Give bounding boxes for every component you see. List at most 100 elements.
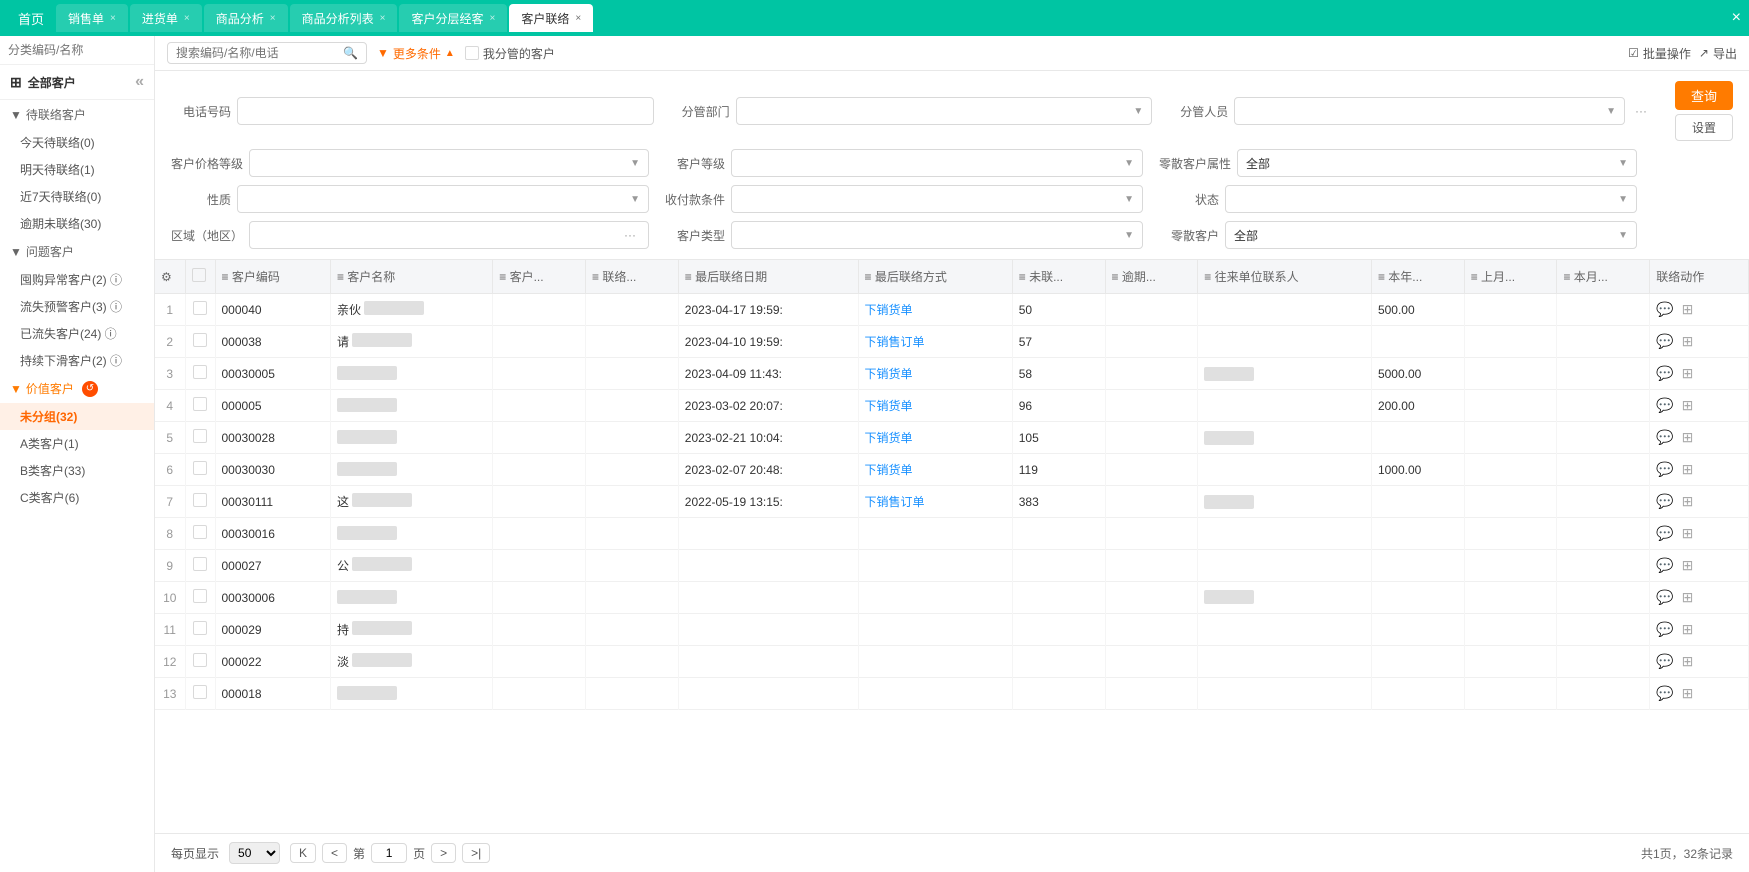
contact-action-icon[interactable]: 💬 xyxy=(1656,301,1673,318)
adv-select-customer-type[interactable]: ▼ xyxy=(731,221,1143,249)
link-text[interactable]: 下销货单 xyxy=(865,367,913,381)
close-tab-customer-contact[interactable]: × xyxy=(575,13,581,24)
row-checkbox[interactable] xyxy=(185,454,215,486)
link-text[interactable]: 下销货单 xyxy=(865,303,913,317)
table-settings-icon[interactable]: ⚙ xyxy=(161,270,172,284)
sidebar-section-pending[interactable]: ▼ 待联络客户 xyxy=(0,100,154,129)
region-more-btn[interactable]: ··· xyxy=(620,228,640,242)
sidebar-item-churned[interactable]: 已流失客户(24) ⓘ xyxy=(0,320,154,347)
adv-select-dept[interactable]: ▼ xyxy=(736,97,1153,125)
search-input[interactable] xyxy=(176,46,339,60)
sidebar-all-customers[interactable]: ⊞ 全部客户 « xyxy=(0,65,154,100)
sidebar-item-class-b[interactable]: B类客户(33) xyxy=(0,457,154,484)
sidebar-item-overdue[interactable]: 逾期未联络(30) xyxy=(0,210,154,237)
link-text[interactable]: 下销货单 xyxy=(865,431,913,445)
adv-select-status[interactable]: ▼ xyxy=(1225,185,1637,213)
grid-action-icon[interactable]: ⊞ xyxy=(1682,397,1694,414)
adv-select-nature[interactable]: ▼ xyxy=(237,185,649,213)
last-contact-method-cell[interactable]: 下销货单 xyxy=(858,390,1012,422)
row-checkbox[interactable] xyxy=(185,582,215,614)
query-button[interactable]: 查询 xyxy=(1675,81,1733,110)
row-checkbox[interactable] xyxy=(185,294,215,326)
sidebar-collapse-btn[interactable]: « xyxy=(135,73,144,91)
row-checkbox[interactable] xyxy=(185,550,215,582)
my-customers-checkbox[interactable]: 我分管的客户 xyxy=(465,45,555,62)
tab-product-analysis[interactable]: 商品分析 × xyxy=(204,4,288,32)
sidebar-item-class-c[interactable]: C类客户(6) xyxy=(0,484,154,511)
row-checkbox[interactable] xyxy=(185,614,215,646)
sidebar-search-input[interactable] xyxy=(8,43,155,57)
tab-purchase-order[interactable]: 进货单 × xyxy=(130,4,202,32)
contact-action-icon[interactable]: 💬 xyxy=(1656,685,1673,702)
row-checkbox[interactable] xyxy=(185,678,215,710)
link-text[interactable]: 下销货单 xyxy=(865,463,913,477)
grid-action-icon[interactable]: ⊞ xyxy=(1682,685,1694,702)
global-close-button[interactable]: × xyxy=(1732,9,1741,27)
contact-action-icon[interactable]: 💬 xyxy=(1656,621,1673,638)
sidebar-item-hoarding[interactable]: 囤购异常客户(2) ⓘ xyxy=(0,266,154,293)
last-contact-method-cell[interactable]: 下销货单 xyxy=(858,422,1012,454)
adv-select-region[interactable]: ··· xyxy=(249,221,649,249)
tab-customer-contact[interactable]: 客户联络 × xyxy=(509,4,593,32)
first-page-btn[interactable]: K xyxy=(290,843,316,863)
close-tab-product-analysis[interactable]: × xyxy=(270,13,276,24)
reset-button[interactable]: 设置 xyxy=(1675,114,1733,141)
grid-action-icon[interactable]: ⊞ xyxy=(1682,525,1694,542)
contact-action-icon[interactable]: 💬 xyxy=(1656,397,1673,414)
adv-input-phone[interactable] xyxy=(237,97,654,125)
contact-action-icon[interactable]: 💬 xyxy=(1656,557,1673,574)
last-contact-method-cell[interactable]: 下销售订单 xyxy=(858,326,1012,358)
more-conditions-btn[interactable]: ▼ 更多条件 ▲ xyxy=(377,45,455,62)
link-text[interactable]: 下销货单 xyxy=(865,399,913,413)
row-checkbox[interactable] xyxy=(185,358,215,390)
select-all-checkbox[interactable] xyxy=(192,268,206,282)
sidebar-item-churn-warning[interactable]: 流失预警客户(3) ⓘ xyxy=(0,293,154,320)
tab-sales-order[interactable]: 销售单 × xyxy=(56,4,128,32)
link-text[interactable]: 下销售订单 xyxy=(865,495,925,509)
contact-action-icon[interactable]: 💬 xyxy=(1656,365,1673,382)
grid-action-icon[interactable]: ⊞ xyxy=(1682,557,1694,574)
prev-page-btn[interactable]: < xyxy=(322,843,347,863)
grid-action-icon[interactable]: ⊞ xyxy=(1682,301,1694,318)
contact-action-icon[interactable]: 💬 xyxy=(1656,589,1673,606)
grid-action-icon[interactable]: ⊞ xyxy=(1682,333,1694,350)
adv-select-scatter-attr[interactable]: 全部 ▼ xyxy=(1237,149,1637,177)
home-tab[interactable]: 首页 xyxy=(8,9,54,28)
row-checkbox[interactable] xyxy=(185,486,215,518)
last-page-btn[interactable]: >| xyxy=(462,843,490,863)
export-btn[interactable]: ↗ 导出 xyxy=(1699,45,1737,62)
adv-select-scatter-customer[interactable]: 全部 ▼ xyxy=(1225,221,1637,249)
sidebar-item-declining[interactable]: 持续下滑客户(2) ⓘ xyxy=(0,347,154,374)
adv-select-price-level[interactable]: ▼ xyxy=(249,149,649,177)
grid-action-icon[interactable]: ⊞ xyxy=(1682,461,1694,478)
contact-action-icon[interactable]: 💬 xyxy=(1656,333,1673,350)
grid-action-icon[interactable]: ⊞ xyxy=(1682,621,1694,638)
sidebar-section-value[interactable]: ▼ 价值客户 ↺ xyxy=(0,374,154,403)
contact-action-icon[interactable]: 💬 xyxy=(1656,461,1673,478)
close-tab-product-analysis-list[interactable]: × xyxy=(380,13,386,24)
batch-ops-btn[interactable]: ☑ 批量操作 xyxy=(1628,45,1691,62)
checkbox-icon[interactable] xyxy=(465,46,479,60)
row-checkbox[interactable] xyxy=(185,422,215,454)
last-contact-method-cell[interactable]: 下销货单 xyxy=(858,294,1012,326)
tab-customer-segment[interactable]: 客户分层经客 × xyxy=(399,4,507,32)
contact-action-icon[interactable]: 💬 xyxy=(1656,653,1673,670)
tab-product-analysis-list[interactable]: 商品分析列表 × xyxy=(290,4,398,32)
last-contact-method-cell[interactable]: 下销货单 xyxy=(858,454,1012,486)
adv-select-customer-level[interactable]: ▼ xyxy=(731,149,1143,177)
grid-action-icon[interactable]: ⊞ xyxy=(1682,493,1694,510)
adv-select-manager[interactable]: ▼ xyxy=(1234,97,1625,125)
grid-action-icon[interactable]: ⊞ xyxy=(1682,429,1694,446)
row-checkbox[interactable] xyxy=(185,326,215,358)
close-tab-customer-segment[interactable]: × xyxy=(489,13,495,24)
close-tab-sales-order[interactable]: × xyxy=(110,13,116,24)
close-tab-purchase-order[interactable]: × xyxy=(184,13,190,24)
next-page-btn[interactable]: > xyxy=(431,843,456,863)
link-text[interactable]: 下销售订单 xyxy=(865,335,925,349)
search-icon[interactable]: 🔍 xyxy=(343,46,358,60)
per-page-select[interactable]: 50 100 200 xyxy=(229,842,280,864)
grid-action-icon[interactable]: ⊞ xyxy=(1682,365,1694,382)
grid-action-icon[interactable]: ⊞ xyxy=(1682,653,1694,670)
sidebar-item-7days[interactable]: 近7天待联络(0) xyxy=(0,183,154,210)
row-checkbox[interactable] xyxy=(185,646,215,678)
